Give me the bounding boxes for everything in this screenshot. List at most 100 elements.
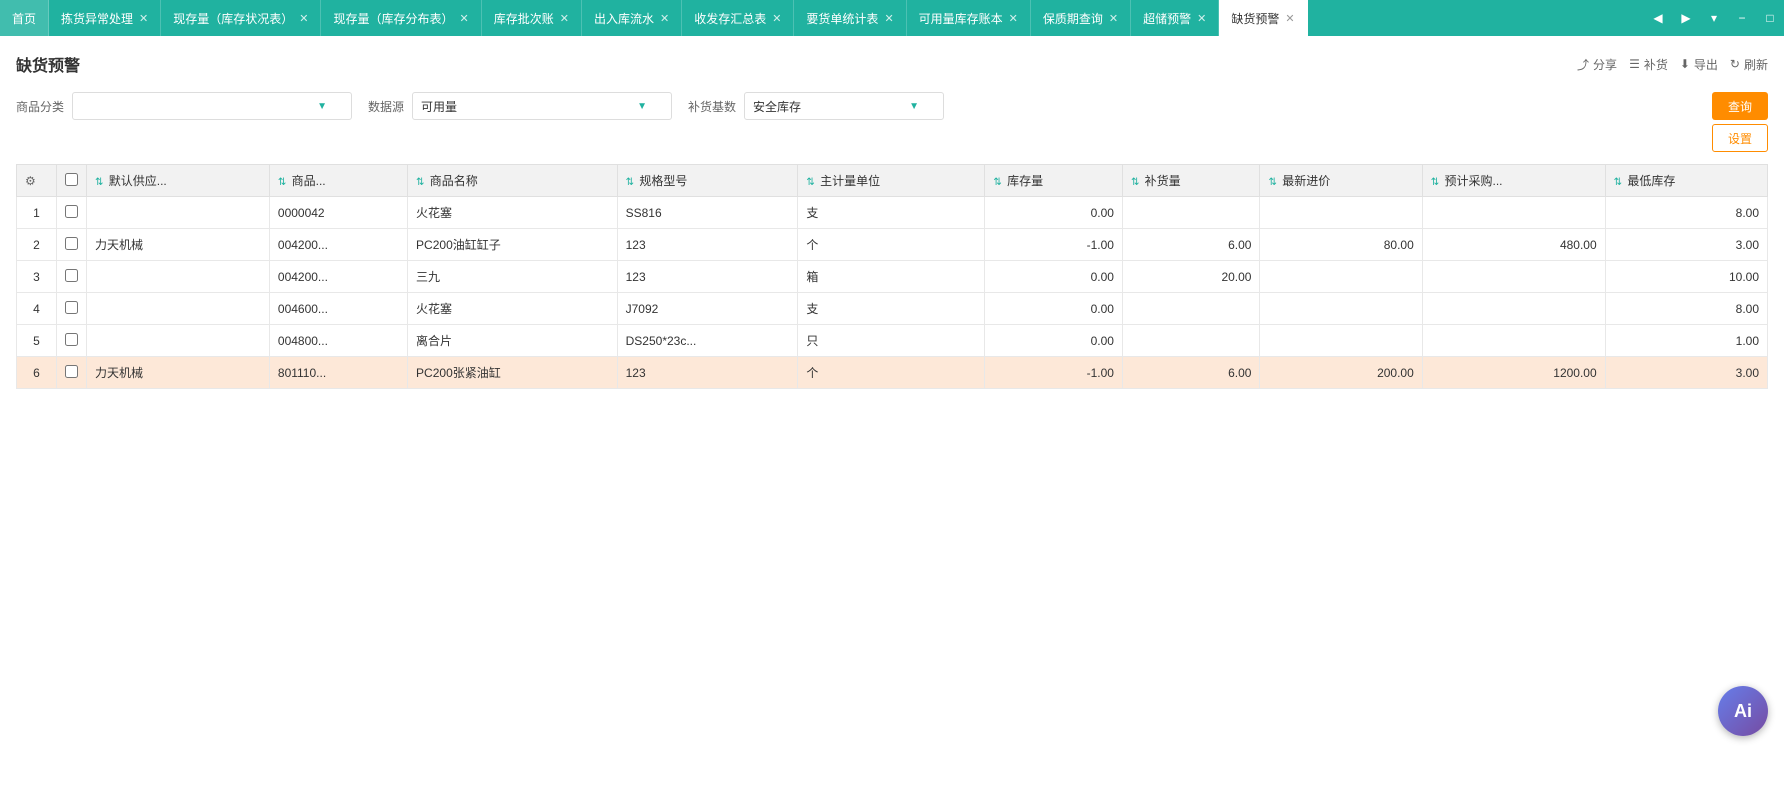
row-check-cell[interactable]	[57, 293, 87, 325]
datasource-select-value: 可用量	[421, 98, 637, 115]
close-tab-abnormal[interactable]: ✕	[139, 12, 148, 25]
row-checkbox[interactable]	[65, 205, 78, 218]
cell-est-purchase: 480.00	[1422, 229, 1605, 261]
th-goods-code[interactable]: ⇅ 商品...	[269, 165, 407, 197]
tab-inventory-status[interactable]: 现存量（库存状况表） ✕	[161, 0, 321, 36]
cell-supplier	[87, 197, 270, 229]
sort-icon-7: ⇅	[1131, 177, 1139, 188]
tab-menu-btn[interactable]: ▾	[1700, 0, 1728, 36]
cell-latest-price	[1260, 197, 1422, 229]
row-check-cell[interactable]	[57, 325, 87, 357]
th-stock[interactable]: ⇅ 库存量	[985, 165, 1123, 197]
table-row: 4 004600... 火花塞 J7092 支 0.00 8.00	[17, 293, 1768, 325]
settings-button[interactable]: 设置	[1712, 124, 1768, 152]
row-checkbox[interactable]	[65, 365, 78, 378]
row-check-cell[interactable]	[57, 229, 87, 261]
cell-replenish	[1122, 325, 1260, 357]
chevron-down-icon: ▼	[317, 101, 327, 112]
cell-unit: 箱	[798, 261, 985, 293]
cell-goods-code: 004200...	[269, 261, 407, 293]
row-checkbox[interactable]	[65, 333, 78, 346]
table-row: 5 004800... 离合片 DS250*23c... 只 0.00 1.00	[17, 325, 1768, 357]
table-header-row: ⚙ ⇅ 默认供应... ⇅ 商品... ⇅ 商品名称 ⇅	[17, 165, 1768, 197]
row-check-cell[interactable]	[57, 197, 87, 229]
cell-stock: 0.00	[985, 197, 1123, 229]
category-select[interactable]: ▼	[72, 92, 352, 120]
cell-stock: 0.00	[985, 261, 1123, 293]
close-tab-order-stat[interactable]: ✕	[884, 12, 893, 25]
table-row: 2 力天机械 004200... PC200油缸缸子 123 个 -1.00 6…	[17, 229, 1768, 261]
close-tab-available-ledger[interactable]: ✕	[1009, 12, 1018, 25]
page-title: 缺货预警	[16, 52, 80, 76]
cell-replenish: 6.00	[1122, 357, 1260, 389]
th-replenish[interactable]: ⇅ 补货量	[1122, 165, 1260, 197]
query-button[interactable]: 查询	[1712, 92, 1768, 120]
tab-overstock[interactable]: 超储预警 ✕	[1131, 0, 1219, 36]
table-row: 1 0000042 火花塞 SS816 支 0.00 8.00	[17, 197, 1768, 229]
close-tab-inventory-status[interactable]: ✕	[299, 12, 308, 25]
cell-stock: 0.00	[985, 293, 1123, 325]
row-check-cell[interactable]	[57, 357, 87, 389]
cell-goods-name: 三九	[408, 261, 618, 293]
share-btn[interactable]: ⤴ 分享	[1577, 56, 1617, 73]
tab-home[interactable]: 首页	[0, 0, 49, 36]
cell-latest-price: 200.00	[1260, 357, 1422, 389]
close-tab-expiry-query[interactable]: ✕	[1109, 12, 1118, 25]
row-num: 5	[17, 325, 57, 357]
cell-unit: 个	[798, 357, 985, 389]
cell-min-stock: 8.00	[1605, 293, 1767, 325]
tab-inout-flow[interactable]: 出入库流水 ✕	[582, 0, 682, 36]
refresh-btn[interactable]: ↻ 刷新	[1730, 56, 1768, 73]
cell-unit: 只	[798, 325, 985, 357]
replenish-base-filter-group: 补货基数 安全库存 ▼	[688, 92, 944, 120]
close-tab-batch-account[interactable]: ✕	[560, 12, 569, 25]
th-unit[interactable]: ⇅ 主计量单位	[798, 165, 985, 197]
tab-minimize-btn[interactable]: −	[1728, 0, 1756, 36]
tab-batch-account[interactable]: 库存批次账 ✕	[482, 0, 582, 36]
tab-collect-summary[interactable]: 收发存汇总表 ✕	[682, 0, 794, 36]
datasource-select[interactable]: 可用量 ▼	[412, 92, 672, 120]
th-latest-price[interactable]: ⇅ 最新进价	[1260, 165, 1422, 197]
close-tab-inventory-dist[interactable]: ✕	[460, 12, 469, 25]
close-tab-collect-summary[interactable]: ✕	[772, 12, 781, 25]
cell-spec: J7092	[617, 293, 798, 325]
tab-prev-btn[interactable]: ◀	[1644, 0, 1672, 36]
row-checkbox[interactable]	[65, 237, 78, 250]
table-row: 3 004200... 三九 123 箱 0.00 20.00 10.00	[17, 261, 1768, 293]
replenish-base-select[interactable]: 安全库存 ▼	[744, 92, 944, 120]
tab-maximize-btn[interactable]: □	[1756, 0, 1784, 36]
tab-next-btn[interactable]: ▶	[1672, 0, 1700, 36]
cell-supplier	[87, 325, 270, 357]
close-tab-shortage[interactable]: ✕	[1285, 12, 1294, 25]
row-check-cell[interactable]	[57, 261, 87, 293]
shortage-table: ⚙ ⇅ 默认供应... ⇅ 商品... ⇅ 商品名称 ⇅	[16, 164, 1768, 389]
th-est-purchase[interactable]: ⇅ 预计采购...	[1422, 165, 1605, 197]
cell-supplier	[87, 261, 270, 293]
cell-replenish: 20.00	[1122, 261, 1260, 293]
th-min-stock[interactable]: ⇅ 最低库存	[1605, 165, 1767, 197]
select-all-checkbox[interactable]	[65, 173, 78, 186]
th-check[interactable]	[57, 165, 87, 197]
export-icon: ⬇	[1680, 57, 1690, 71]
cell-supplier: 力天机械	[87, 229, 270, 261]
export-btn[interactable]: ⬇ 导出	[1680, 56, 1718, 73]
close-tab-inout-flow[interactable]: ✕	[660, 12, 669, 25]
ai-badge[interactable]: Ai	[1718, 686, 1768, 736]
th-goods-name[interactable]: ⇅ 商品名称	[408, 165, 618, 197]
row-checkbox[interactable]	[65, 269, 78, 282]
row-checkbox[interactable]	[65, 301, 78, 314]
replenish-btn[interactable]: ☰ 补货	[1629, 56, 1668, 73]
th-gear[interactable]: ⚙	[17, 165, 57, 197]
th-supplier[interactable]: ⇅ 默认供应...	[87, 165, 270, 197]
tab-order-stat[interactable]: 要货单统计表 ✕	[794, 0, 906, 36]
tab-shortage[interactable]: 缺货预警 ✕	[1219, 0, 1307, 36]
cell-est-purchase	[1422, 197, 1605, 229]
close-tab-overstock[interactable]: ✕	[1197, 12, 1206, 25]
page-container: 缺货预警 ⤴ 分享 ☰ 补货 ⬇ 导出 ↻ 刷新 商品分类	[0, 36, 1784, 796]
tab-abnormal[interactable]: 拣货异常处理 ✕	[49, 0, 161, 36]
th-spec[interactable]: ⇅ 规格型号	[617, 165, 798, 197]
gear-icon[interactable]: ⚙	[25, 174, 36, 188]
tab-inventory-dist[interactable]: 现存量（库存分布表） ✕	[321, 0, 481, 36]
tab-expiry-query[interactable]: 保质期查询 ✕	[1031, 0, 1131, 36]
tab-available-ledger[interactable]: 可用量库存账本 ✕	[907, 0, 1031, 36]
